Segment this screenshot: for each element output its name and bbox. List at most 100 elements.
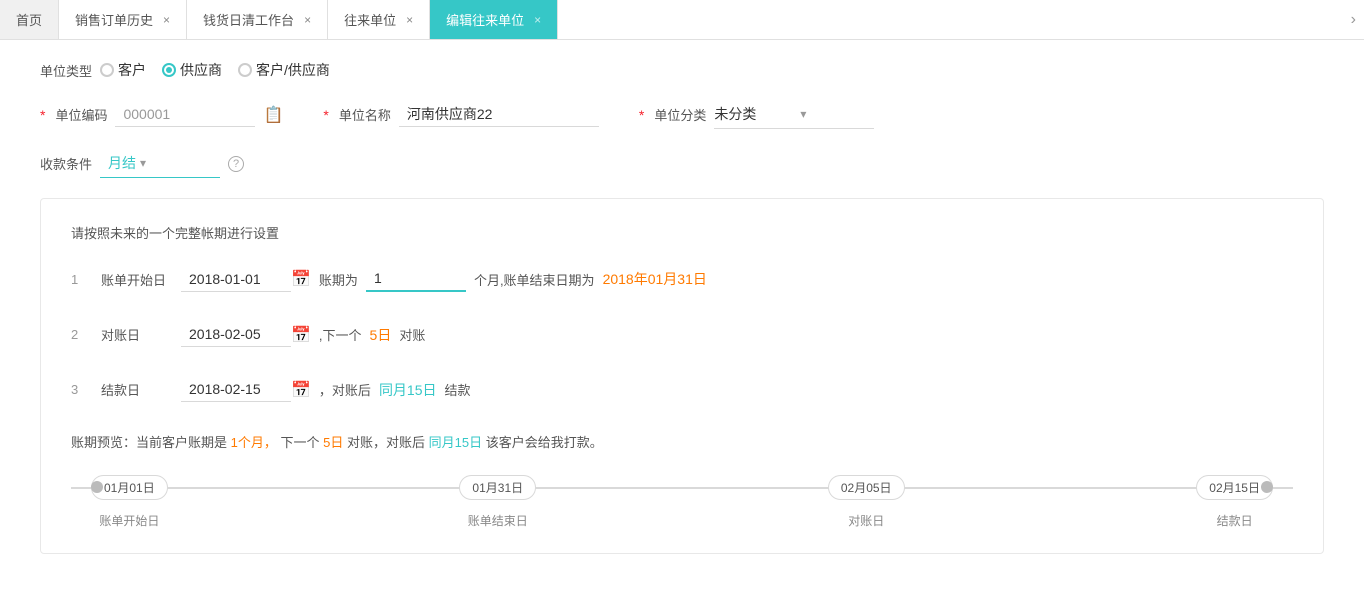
tab-sales-history-close[interactable]: × — [163, 13, 170, 27]
radio-both[interactable]: 客户/供应商 — [238, 60, 330, 80]
reconcile-date-input[interactable] — [181, 322, 291, 347]
tab-edit-partner[interactable]: 编辑往来单位 × — [430, 0, 558, 39]
preview-h1: 1个月， — [231, 435, 277, 450]
preview-prefix: 账期预览：当前客户账期是 — [71, 435, 227, 450]
unit-code-field: * 单位编码 📋 — [40, 102, 283, 127]
preview-mid2: 对账，对账后 — [347, 435, 425, 450]
timeline-label-1: 账单开始日 — [99, 512, 159, 529]
tab-edit-partner-label: 编辑往来单位 — [446, 10, 524, 29]
unit-name-field: * 单位名称 — [323, 102, 598, 127]
setting-row-3: 3 结款日 📅 ，对账后 同月15日 结款 — [71, 377, 1293, 402]
main-content: 单位类型 客户 供应商 客户/供应商 * 单位编码 — [0, 40, 1364, 608]
payment-terms-dropdown[interactable]: 月结 ▾ — [100, 149, 220, 178]
help-icon[interactable]: ? — [228, 156, 244, 172]
period-input[interactable] — [366, 266, 466, 292]
unit-type-field: 单位类型 客户 供应商 客户/供应商 — [40, 60, 330, 80]
unit-category-arrow-icon: ▾ — [800, 107, 806, 121]
setting-row-2: 2 对账日 📅 ,下一个 5日 对账 — [71, 322, 1293, 347]
radio-supplier-circle — [162, 63, 176, 77]
row-label-2: 对账日 — [101, 325, 181, 344]
preview-mid: 下一个 — [281, 435, 320, 450]
timeline-label-3: 对账日 — [848, 512, 884, 529]
unit-type-row: 单位类型 客户 供应商 客户/供应商 — [40, 60, 1324, 80]
unit-category-dropdown[interactable]: 未分类 ▾ — [714, 100, 874, 129]
unit-category-value: 未分类 — [714, 104, 756, 124]
timeline-left-dot — [91, 481, 103, 493]
reconcile-day-highlight: 5日 — [370, 325, 392, 345]
preview-text: 账期预览：当前客户账期是 1个月， 下一个 5日 对账，对账后 同月15日 该客… — [71, 432, 1293, 451]
copy-icon[interactable]: 📋 — [263, 105, 283, 125]
row-label-3: 结款日 — [101, 380, 181, 399]
radio-customer[interactable]: 客户 — [100, 60, 146, 80]
radio-supplier-label: 供应商 — [180, 60, 222, 80]
unit-name-required: * — [323, 107, 328, 123]
settings-card: 请按照未来的一个完整帐期进行设置 1 账单开始日 📅 账期为 个月,账单结束日期… — [40, 198, 1324, 554]
account-start-date-input[interactable] — [181, 267, 291, 292]
tab-sales-history-label: 销售订单历史 — [75, 10, 153, 29]
row-label-1: 账单开始日 — [101, 270, 181, 289]
preview-suffix: 该客户会给我打款。 — [486, 435, 603, 450]
calendar-icon-1[interactable]: 📅 — [291, 269, 311, 289]
payment-terms-field: 收款条件 月结 ▾ ? — [40, 149, 244, 178]
payment-date-input[interactable] — [181, 377, 291, 402]
unit-category-label: 单位分类 — [654, 105, 706, 124]
unit-code-input[interactable] — [115, 102, 255, 127]
tab-partner[interactable]: 往来单位 × — [328, 0, 430, 39]
unit-category-field: * 单位分类 未分类 ▾ — [639, 100, 874, 129]
preview-h2: 5日 — [323, 435, 343, 450]
unit-code-label: 单位编码 — [55, 105, 107, 124]
unit-name-input[interactable] — [399, 102, 599, 127]
timeline-right-dot — [1261, 481, 1273, 493]
calendar-icon-2[interactable]: 📅 — [291, 325, 311, 345]
tab-edit-partner-close[interactable]: × — [534, 13, 541, 27]
payment-terms-value: 月结 — [108, 153, 136, 173]
payment-prefix: ，对账后 — [319, 380, 371, 399]
tab-cash-work-close[interactable]: × — [304, 13, 311, 27]
radio-customer-label: 客户 — [118, 60, 146, 80]
timeline-node-1: 01月01日 账单开始日 — [91, 475, 168, 529]
period-prefix: 账期为 — [319, 270, 358, 289]
timeline-date-3: 02月05日 — [828, 475, 905, 500]
radio-customer-circle — [100, 63, 114, 77]
unit-name-label: 单位名称 — [339, 105, 391, 124]
unit-code-required: * — [40, 107, 45, 123]
timeline-nodes: 01月01日 账单开始日 01月31日 账单结束日 02月05日 对账日 02月… — [91, 475, 1273, 529]
payment-day-highlight: 同月15日 — [379, 380, 437, 400]
tab-bar: 首页 销售订单历史 × 钱货日清工作台 × 往来单位 × 编辑往来单位 × › — [0, 0, 1364, 40]
tab-scroll-right[interactable]: › — [1343, 0, 1364, 39]
calendar-icon-3[interactable]: 📅 — [291, 380, 311, 400]
payment-terms-row: 收款条件 月结 ▾ ? — [40, 149, 1324, 178]
row-number-1: 1 — [71, 272, 101, 287]
row-number-3: 3 — [71, 382, 101, 397]
preview-h3: 同月15日 — [429, 435, 482, 450]
tab-cash-work[interactable]: 钱货日清工作台 × — [187, 0, 328, 39]
unit-type-label: 单位类型 — [40, 61, 92, 80]
setting-row-1: 1 账单开始日 📅 账期为 个月,账单结束日期为 2018年01月31日 — [71, 266, 1293, 292]
reconcile-prefix: ,下一个 — [319, 325, 362, 344]
payment-terms-label: 收款条件 — [40, 154, 92, 173]
reconcile-suffix: 对账 — [399, 325, 425, 344]
timeline-node-2: 01月31日 账单结束日 — [459, 475, 536, 529]
unit-category-required: * — [639, 107, 644, 123]
payment-suffix: 结款 — [445, 380, 471, 399]
period-suffix-1: 个月,账单结束日期为 — [474, 270, 595, 289]
tab-cash-work-label: 钱货日清工作台 — [203, 10, 294, 29]
card-instruction: 请按照未来的一个完整帐期进行设置 — [71, 223, 1293, 242]
radio-supplier[interactable]: 供应商 — [162, 60, 222, 80]
unit-info-row: * 单位编码 📋 * 单位名称 * 单位分类 未分类 ▾ — [40, 100, 1324, 129]
tab-home[interactable]: 首页 — [0, 0, 59, 39]
tab-home-label: 首页 — [16, 10, 42, 29]
timeline-date-2: 01月31日 — [459, 475, 536, 500]
timeline-label-4: 结款日 — [1217, 512, 1253, 529]
tab-sales-history[interactable]: 销售订单历史 × — [59, 0, 187, 39]
period-end-date: 2018年01月31日 — [603, 269, 707, 289]
row-number-2: 2 — [71, 327, 101, 342]
tab-partner-label: 往来单位 — [344, 10, 396, 29]
timeline-label-2: 账单结束日 — [468, 512, 528, 529]
tab-partner-close[interactable]: × — [406, 13, 413, 27]
payment-terms-arrow-icon: ▾ — [140, 156, 146, 170]
timeline-node-3: 02月05日 对账日 — [828, 475, 905, 529]
radio-group-unit-type: 客户 供应商 客户/供应商 — [100, 60, 330, 80]
radio-both-circle — [238, 63, 252, 77]
radio-both-label: 客户/供应商 — [256, 60, 330, 80]
